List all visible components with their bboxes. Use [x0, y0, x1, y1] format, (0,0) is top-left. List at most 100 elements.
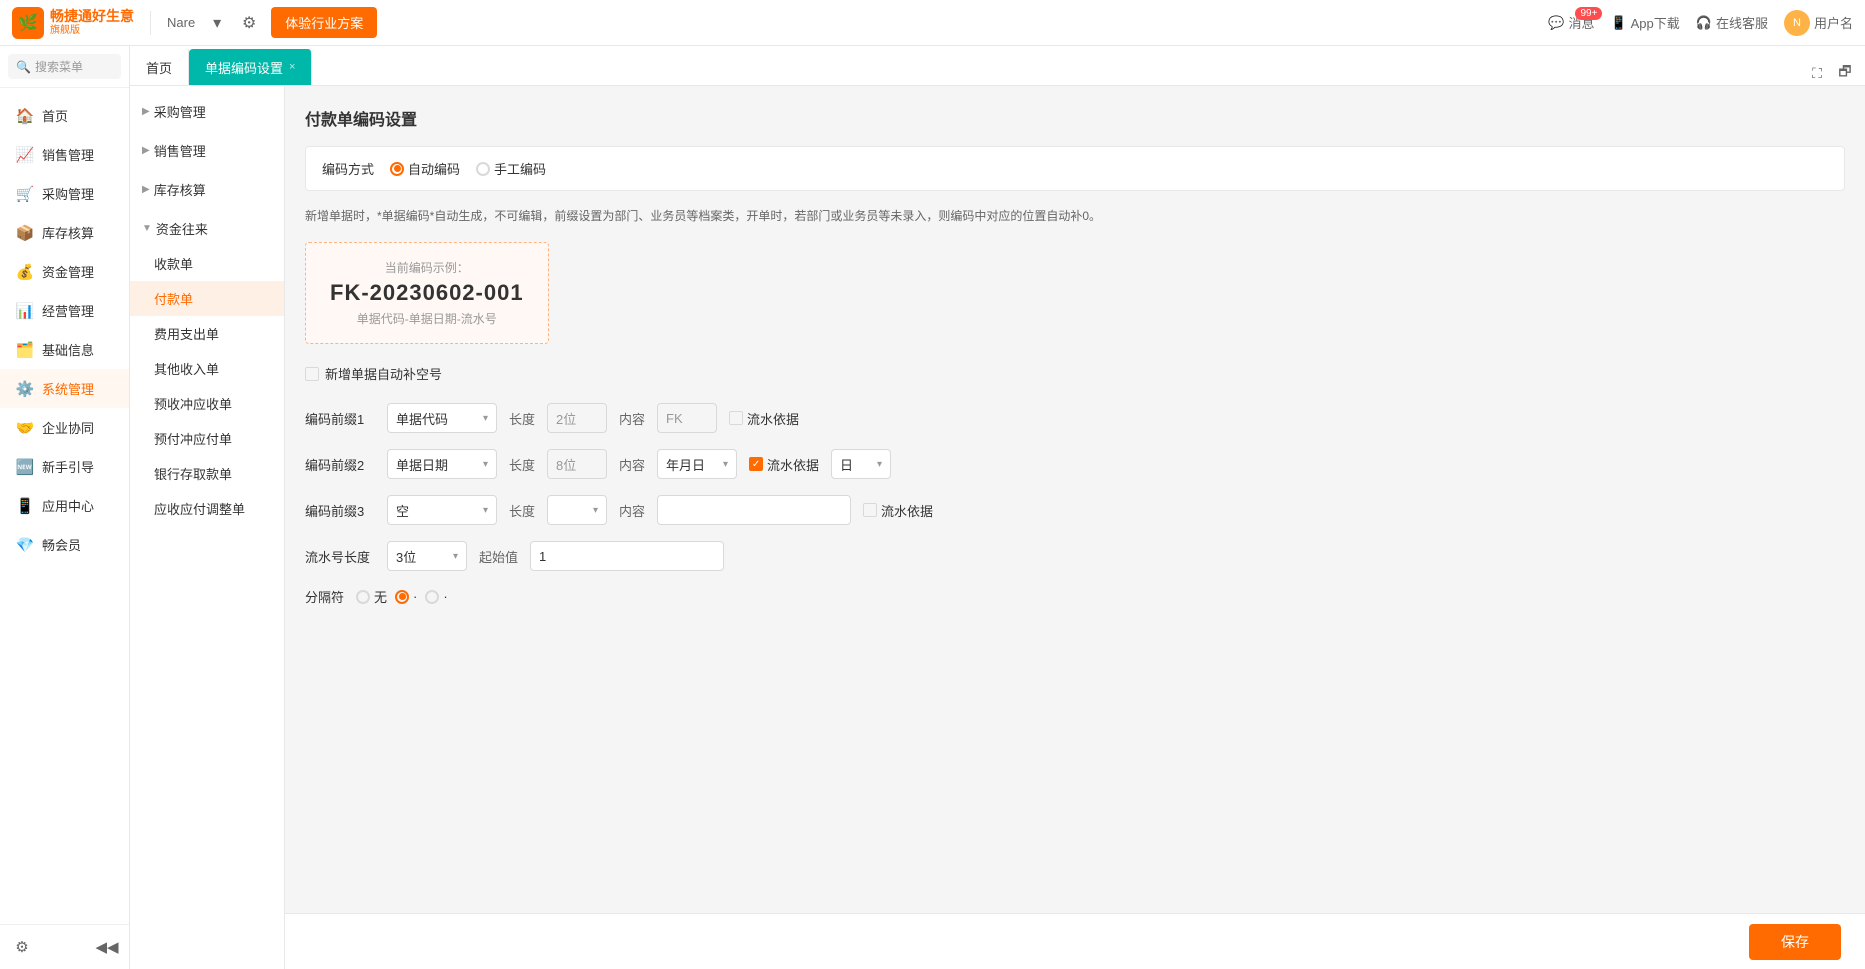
sub-group-inventory-title[interactable]: ▶ 库存核算: [130, 172, 284, 207]
arrow-icon: ▶: [142, 106, 150, 117]
message-button[interactable]: 💬 消息 99+: [1548, 13, 1594, 32]
group-label: 销售管理: [154, 141, 206, 160]
start-value-input[interactable]: [530, 541, 724, 571]
trial-button[interactable]: 体验行业方案: [271, 7, 377, 38]
stream2-checkbox: ✓: [749, 457, 763, 471]
preview-desc: 单据代码-单据日期-流水号: [330, 310, 524, 327]
sub-item-payment[interactable]: 付款单: [130, 281, 284, 316]
main-layout: 🔍 搜索菜单 🏠 首页 📈 销售管理 🛒 采购管理 📦 库存核算 💰: [0, 46, 1865, 969]
serial-length-select[interactable]: 3位 ▾: [387, 541, 467, 571]
sub-item-adjust[interactable]: 应收应付调整单: [130, 491, 284, 526]
sep-dot2-dot: [425, 590, 439, 604]
serial-length-value: 3位: [396, 547, 416, 566]
main-form-wrapper: 付款单编码设置 编码方式 自动编码 手工编码: [285, 86, 1865, 969]
sidebar-item-purchase[interactable]: 🛒 采购管理: [0, 174, 129, 213]
sub-item-receipt[interactable]: 收款单: [130, 246, 284, 281]
sidebar-item-sales[interactable]: 📈 销售管理: [0, 135, 129, 174]
sidebar-item-partner[interactable]: 🤝 企业协同: [0, 408, 129, 447]
auto-fill-checkbox-box: [305, 367, 319, 381]
purchase-icon: 🛒: [16, 185, 34, 203]
length3-select[interactable]: ▾: [547, 495, 607, 525]
message-icon: 💬: [1548, 15, 1564, 31]
sub-item-income[interactable]: 其他收入单: [130, 351, 284, 386]
sidebar-item-system[interactable]: ⚙️ 系统管理: [0, 369, 129, 408]
content-area: 首页 单据编码设置 × ⛶ 🗗 ▶ 采购管理: [130, 46, 1865, 969]
logo-sub: 旗舰版: [50, 25, 134, 37]
content3-input[interactable]: [657, 495, 851, 525]
prefix1-arrow: ▾: [483, 413, 488, 424]
sep-none[interactable]: 无: [356, 587, 387, 606]
stream3-check[interactable]: 流水依据: [863, 501, 933, 520]
tabbar: 首页 单据编码设置 × ⛶ 🗗: [130, 46, 1865, 86]
sub-group-sales-title[interactable]: ▶ 销售管理: [130, 133, 284, 168]
length1-input: 2位: [547, 403, 607, 433]
sidebar-item-basic[interactable]: 🗂️ 基础信息: [0, 330, 129, 369]
radio-manual[interactable]: 手工编码: [476, 159, 546, 178]
settings-bottom-icon[interactable]: ⚙: [8, 933, 36, 961]
content2-select[interactable]: 年月日 ▾: [657, 449, 737, 479]
sidebar-item-app[interactable]: 📱 应用中心: [0, 486, 129, 525]
sub-group-finance-title[interactable]: ▼ 资金往来: [130, 211, 284, 246]
sub-group-purchase-title[interactable]: ▶ 采购管理: [130, 94, 284, 129]
sidebar-item-member[interactable]: 💎 畅会员: [0, 525, 129, 564]
prefix1-select[interactable]: 单据代码 ▾: [387, 403, 497, 433]
inventory-icon: 📦: [16, 224, 34, 242]
content1-label: 内容: [619, 409, 645, 428]
stream2-check[interactable]: ✓ 流水依据: [749, 455, 819, 474]
tab-encoding[interactable]: 单据编码设置 ×: [189, 49, 312, 85]
sub-item-expense[interactable]: 费用支出单: [130, 316, 284, 351]
app-icon: 📱: [1610, 15, 1626, 31]
settings-icon[interactable]: ⚙: [235, 9, 263, 37]
page-footer: 保存: [285, 913, 1865, 969]
content1-input: FK: [657, 403, 717, 433]
tab-home[interactable]: 首页: [130, 49, 189, 85]
sidebar-item-inventory[interactable]: 📦 库存核算: [0, 213, 129, 252]
sub-item-bank[interactable]: 银行存取款单: [130, 456, 284, 491]
sep-dot2[interactable]: ·: [425, 589, 447, 604]
sep-dot[interactable]: ·: [395, 589, 417, 604]
serial-length-label: 流水号长度: [305, 547, 375, 566]
content2-arrow: ▾: [723, 459, 728, 470]
avatar: N: [1784, 10, 1810, 36]
auto-fill-checkbox[interactable]: 新增单据自动补空号: [305, 364, 1845, 383]
prefix2-value: 单据日期: [396, 455, 448, 474]
sidebar-item-home[interactable]: 🏠 首页: [0, 96, 129, 135]
encoding-method-section: 编码方式 自动编码 手工编码: [305, 146, 1845, 191]
search-inner[interactable]: 🔍 搜索菜单: [8, 54, 121, 79]
tab-close-icon[interactable]: ×: [289, 61, 295, 73]
stream2-select[interactable]: 日 ▾: [831, 449, 891, 479]
radio-auto[interactable]: 自动编码: [390, 159, 460, 178]
sidebar-item-label: 应用中心: [42, 496, 94, 515]
dropdown-icon[interactable]: ▾: [203, 9, 231, 37]
sidebar-item-operation[interactable]: 📊 经营管理: [0, 291, 129, 330]
stream3-checkbox: [863, 503, 877, 517]
maximize-icon[interactable]: ⛶: [1805, 61, 1829, 85]
page-content: ▶ 采购管理 ▶ 销售管理 ▶ 库存核算: [130, 86, 1865, 969]
sidebar-item-guide[interactable]: 🆕 新手引导: [0, 447, 129, 486]
sub-item-prepay-pay[interactable]: 预付冲应付单: [130, 421, 284, 456]
stream1-check[interactable]: 流水依据: [729, 409, 799, 428]
stream2-select-arrow: ▾: [877, 459, 882, 470]
radio-auto-label: 自动编码: [408, 159, 460, 178]
save-button[interactable]: 保存: [1749, 924, 1841, 960]
collapse-icon[interactable]: ◀◀: [93, 933, 121, 961]
sidebar-search[interactable]: 🔍 搜索菜单: [0, 46, 129, 88]
partner-icon: 🤝: [16, 419, 34, 437]
prefix3-select[interactable]: 空 ▾: [387, 495, 497, 525]
user-area[interactable]: N 用户名: [1784, 10, 1853, 36]
prefix2-select[interactable]: 单据日期 ▾: [387, 449, 497, 479]
service-icon: 🎧: [1696, 15, 1712, 31]
sidebar-item-label: 经营管理: [42, 301, 94, 320]
logo: 🌿 畅捷通好生意 旗舰版: [12, 7, 134, 39]
guide-icon: 🆕: [16, 458, 34, 476]
online-service[interactable]: 🎧 在线客服: [1696, 13, 1768, 32]
prefix3-arrow: ▾: [483, 505, 488, 516]
sidebar-item-label: 采购管理: [42, 184, 94, 203]
basic-icon: 🗂️: [16, 341, 34, 359]
app-download[interactable]: 📱 App下载: [1610, 13, 1679, 32]
topbar: 🌿 畅捷通好生意 旗舰版 Nare ▾ ⚙ 体验行业方案 💬 消息 99+ 📱 …: [0, 0, 1865, 46]
sidebar-item-finance[interactable]: 💰 资金管理: [0, 252, 129, 291]
restore-icon[interactable]: 🗗: [1833, 61, 1857, 85]
sidebar-item-label: 系统管理: [42, 379, 94, 398]
sub-item-prepay-recv[interactable]: 预收冲应收单: [130, 386, 284, 421]
